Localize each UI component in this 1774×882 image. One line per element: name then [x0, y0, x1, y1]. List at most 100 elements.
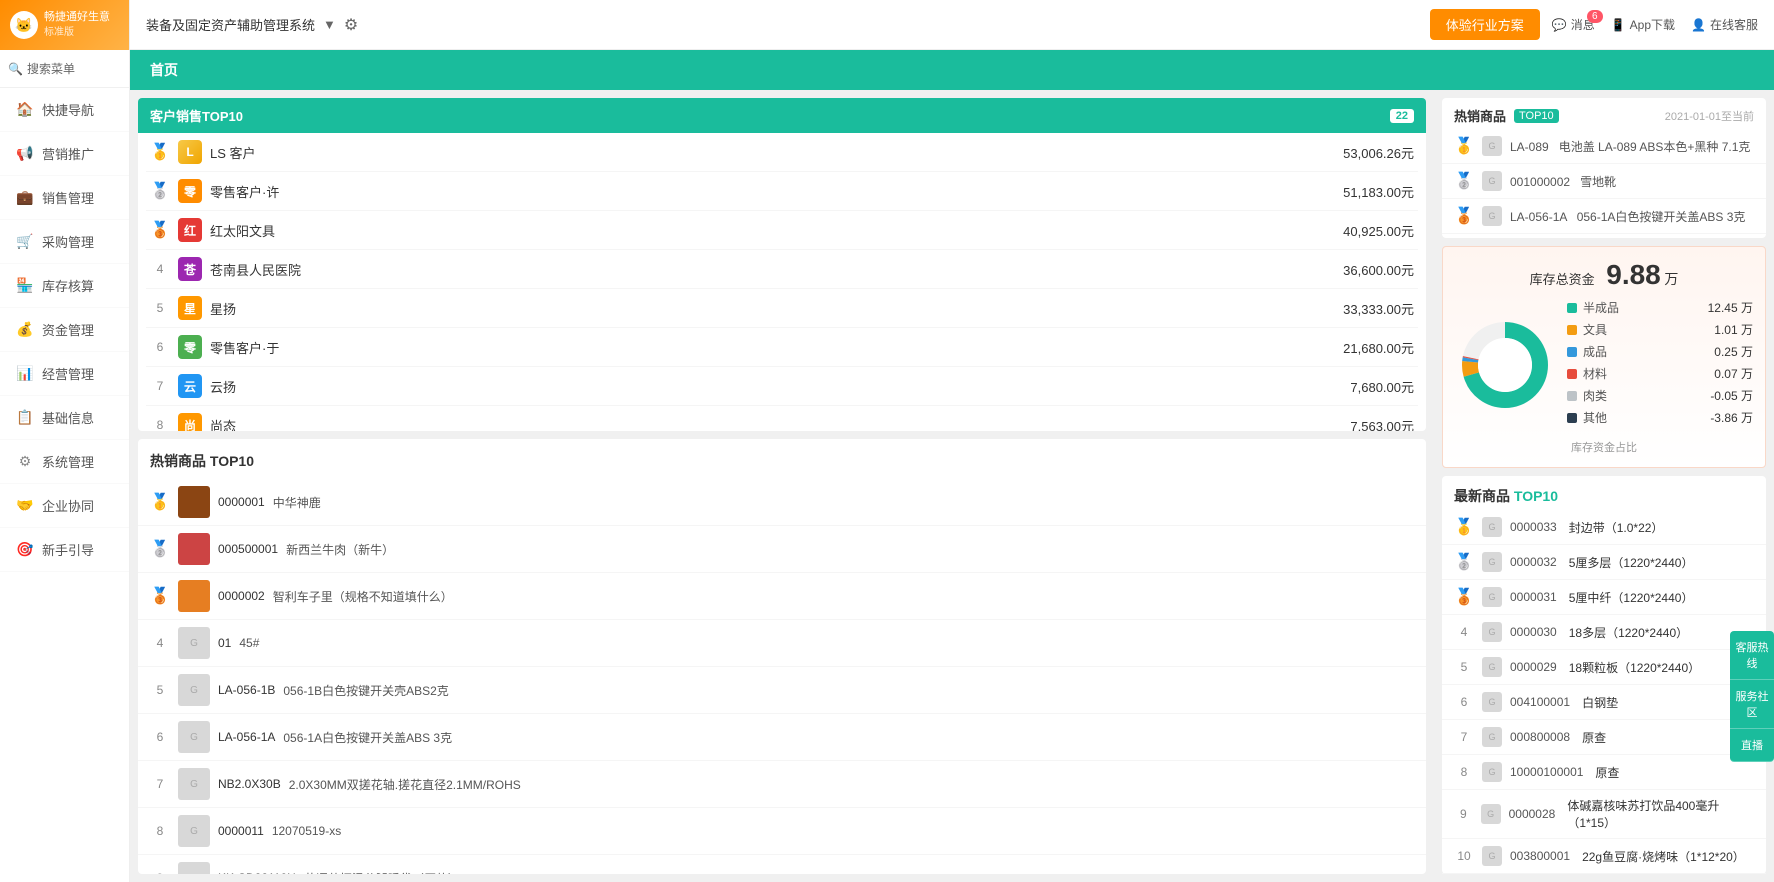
table-row[interactable]: 🥈 零 零售客户·许 51,183.00元	[146, 172, 1418, 211]
product-row[interactable]: 🥇 0000001 中华神鹿	[138, 479, 1426, 526]
dropdown-icon[interactable]: ▼	[323, 17, 336, 32]
service-icon: 👤	[1691, 18, 1706, 32]
product-row[interactable]: 🥉 0000002 智利车子里（规格不知道填什么）	[138, 573, 1426, 620]
rank-number: 8	[150, 824, 170, 838]
sidebar-item-system[interactable]: ⚙ 系统管理	[0, 440, 129, 484]
top-selling-row[interactable]: 🥉 G LA-056-1A 056-1A白色按键开关盖ABS 3克	[1442, 199, 1766, 234]
online-service-button[interactable]: 👤 在线客服	[1691, 16, 1758, 33]
basic-icon: 📋	[16, 409, 34, 427]
product-row[interactable]: 🥈 000500001 新西兰牛肉（新牛）	[138, 526, 1426, 573]
product-image: G	[1482, 171, 1502, 191]
sidebar-item-guide[interactable]: 🎯 新手引导	[0, 528, 129, 572]
middle-panel: 客户销售TOP10 22 🥇 L LS 客户 53,006.26元 🥈 零 零售…	[130, 90, 1434, 882]
table-row[interactable]: 4 苍 苍南县人民医院 36,600.00元	[146, 250, 1418, 289]
trial-button[interactable]: 体验行业方案	[1430, 9, 1540, 40]
product-image: G	[1481, 804, 1501, 824]
product-name: 056-1B白色按键开关壳ABS2克	[283, 682, 1414, 699]
rank-badge: 尚	[178, 413, 202, 431]
newest-row[interactable]: 9 G 0000028 体碱嘉核味苏打饮品400毫升（1*15）	[1442, 790, 1766, 839]
rank-badge: 红	[178, 218, 202, 242]
guide-icon: 🎯	[16, 541, 34, 559]
enterprise-icon: 🤝	[16, 497, 34, 515]
legend-item-meat: 肉类 -0.05 万	[1567, 387, 1753, 404]
product-row[interactable]: 5 G LA-056-1B 056-1B白色按键开关壳ABS2克	[138, 667, 1426, 714]
product-row[interactable]: 4 G 01 45#	[138, 620, 1426, 667]
product-code: 0000030	[1510, 625, 1557, 639]
hot-products-panel: 热销商品 TOP10 🥇 0000001 中华神鹿 🥈 000500001 新西…	[138, 439, 1426, 874]
legend-value: -0.05 万	[1710, 387, 1753, 404]
customer-service-button[interactable]: 客服热线	[1730, 631, 1774, 680]
legend-value: 12.45 万	[1708, 299, 1753, 316]
product-code: 0000002	[218, 589, 265, 603]
product-code: 003800001	[1510, 849, 1570, 863]
top-selling-row[interactable]: 🥇 G LA-089 电池盖 LA-089 ABS本色+黑种 7.1克	[1442, 129, 1766, 164]
newest-row[interactable]: 🥉 G 0000031 5厘中纤（1220*2440）	[1442, 580, 1766, 615]
legend-item-material: 材料 0.07 万	[1567, 365, 1753, 382]
sidebar-item-home[interactable]: 🏠 快捷导航	[0, 88, 129, 132]
rank-medal: 🥈	[150, 539, 170, 559]
inventory-amount: 9.88	[1606, 259, 1661, 290]
legend-dot	[1567, 325, 1577, 335]
table-row[interactable]: 5 星 星扬 33,333.00元	[146, 289, 1418, 328]
system-icon: ⚙	[16, 453, 34, 471]
newest-row[interactable]: 4 G 0000030 18多层（1220*2440）	[1442, 615, 1766, 650]
logo-icon: 🐱	[10, 11, 38, 39]
sidebar-item-purchase[interactable]: 🛒 采购管理	[0, 220, 129, 264]
table-row[interactable]: 7 云 云扬 7,680.00元	[146, 367, 1418, 406]
top-selling-row[interactable]: 4 G 0000017 10S 变料罗紧	[1442, 234, 1766, 238]
inventory-unit: 万	[1664, 271, 1678, 287]
sidebar-search[interactable]: 🔍 搜索菜单	[0, 50, 129, 88]
product-image: G	[1482, 692, 1502, 712]
newest-row[interactable]: 5 G 0000029 18颗粒板（1220*2440）	[1442, 650, 1766, 685]
topbar-right: 💬 消息 6 📱 App下载 👤 在线客服	[1552, 16, 1758, 33]
product-row[interactable]: 7 G NB2.0X30B 2.0X30MM双搓花轴.搓花直径2.1MM/ROH…	[138, 761, 1426, 808]
product-code: 01	[218, 636, 231, 650]
top-selling-row[interactable]: 🥈 G 001000002 雪地靴	[1442, 164, 1766, 199]
app-download-button[interactable]: 📱 App下载	[1611, 16, 1675, 33]
newest-row[interactable]: 6 G 004100001 白钢垫	[1442, 685, 1766, 720]
rank-name: 星扬	[210, 299, 1335, 318]
main-content: 装备及固定资产辅助管理系统 ▼ ⚙ 体验行业方案 💬 消息 6 📱 App下载 …	[130, 0, 1774, 882]
newest-row[interactable]: 10 G 003800001 22g鱼豆腐·烧烤味（1*12*20）	[1442, 839, 1766, 874]
customer-ranking-badge: 22	[1390, 109, 1414, 123]
sidebar-item-inventory[interactable]: 🏪 库存核算	[0, 264, 129, 308]
rank-number: 4	[150, 262, 170, 276]
product-row[interactable]: 9 G KK-SD22110H 花语萌恒温分腿睡袋（厚款）	[138, 855, 1426, 874]
product-code: 0000031	[1510, 590, 1557, 604]
community-button[interactable]: 服务社区	[1730, 680, 1774, 729]
livestream-button[interactable]: 直播	[1730, 729, 1774, 762]
newest-row[interactable]: 7 G 000800008 原查	[1442, 720, 1766, 755]
newest-row[interactable]: 🥈 G 0000032 5厘多层（1220*2440）	[1442, 545, 1766, 580]
legend-value: -3.86 万	[1710, 409, 1753, 426]
customer-ranking-title: 客户销售TOP10	[150, 106, 243, 125]
newest-row[interactable]: 8 G 10000100001 原查	[1442, 755, 1766, 790]
rank-amount: 51,183.00元	[1343, 182, 1414, 201]
sidebar-item-enterprise[interactable]: 🤝 企业协同	[0, 484, 129, 528]
table-row[interactable]: 🥇 L LS 客户 53,006.26元	[146, 133, 1418, 172]
newest-row[interactable]: 🥇 G 0000033 封边带（1.0*22）	[1442, 510, 1766, 545]
sidebar-item-marketing[interactable]: 📢 营销推广	[0, 132, 129, 176]
rank-badge: 星	[178, 296, 202, 320]
table-row[interactable]: 🥉 红 红太阳文具 40,925.00元	[146, 211, 1418, 250]
product-row[interactable]: 8 G 0000011 12070519-xs	[138, 808, 1426, 855]
legend-label: 成品	[1583, 343, 1708, 360]
message-button[interactable]: 💬 消息 6	[1552, 16, 1595, 33]
rank-number: 5	[150, 301, 170, 315]
search-button[interactable]: 🔍 搜索菜单	[8, 60, 121, 77]
product-image: G	[1482, 622, 1502, 642]
inventory-panel: 库存总资金 9.88 万	[1442, 246, 1766, 468]
table-row[interactable]: 6 零 零售客户·于 21,680.00元	[146, 328, 1418, 367]
finance-icon: 💰	[16, 321, 34, 339]
product-code: 0000029	[1510, 660, 1557, 674]
rank-amount: 7,680.00元	[1350, 377, 1414, 396]
gear-icon[interactable]: ⚙	[344, 15, 358, 35]
sidebar-item-sales[interactable]: 💼 销售管理	[0, 176, 129, 220]
sidebar-item-basic[interactable]: 📋 基础信息	[0, 396, 129, 440]
sidebar-item-finance[interactable]: 💰 资金管理	[0, 308, 129, 352]
sidebar-item-operations[interactable]: 📊 经营管理	[0, 352, 129, 396]
inventory-title: 库存总资金 9.88 万	[1455, 259, 1753, 291]
table-row[interactable]: 8 尚 尚态 7,563.00元	[146, 406, 1418, 431]
product-row[interactable]: 6 G LA-056-1A 056-1A白色按键开关盖ABS 3克	[138, 714, 1426, 761]
rank-number: 8	[150, 418, 170, 431]
rank-amount: 33,333.00元	[1343, 299, 1414, 318]
